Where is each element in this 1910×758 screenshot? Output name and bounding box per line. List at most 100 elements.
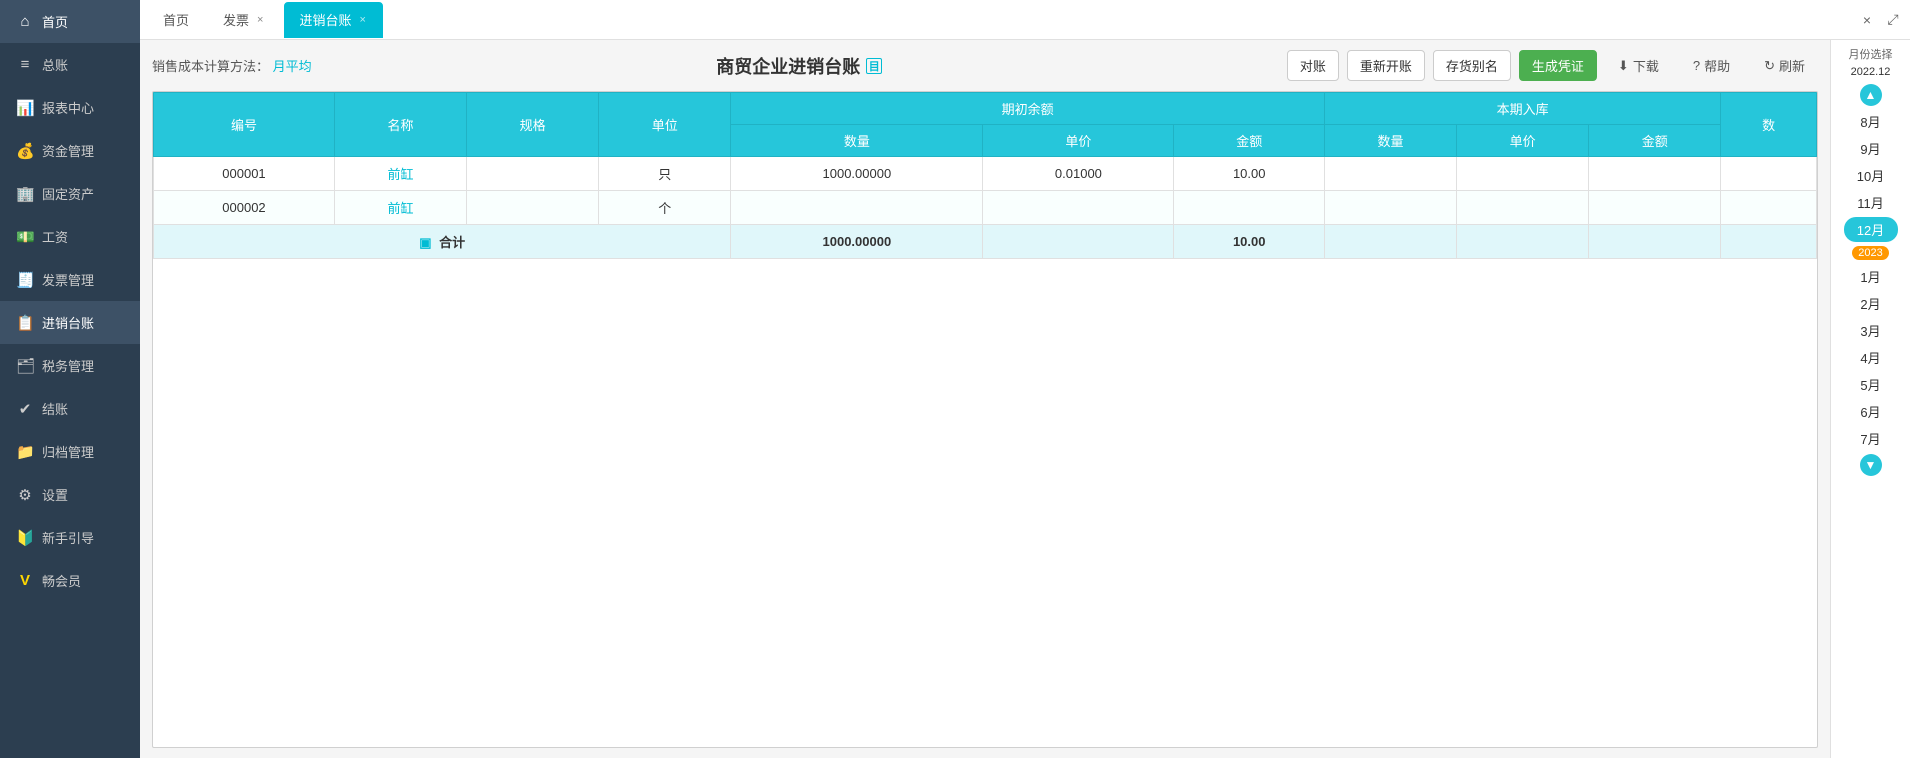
row2-unit: 个 [599,191,731,225]
row1-id: 000001 [154,157,335,191]
window-maximize-button[interactable]: ⤢ [1884,11,1902,29]
refresh-button[interactable]: ↻ 刷新 [1751,50,1818,81]
ledger-icon: ≡ [16,56,34,73]
total-last [1721,225,1817,259]
generate-voucher-button[interactable]: 生成凭证 [1519,50,1597,81]
month-item-2023-4[interactable]: 4月 [1844,345,1898,370]
window-close-button[interactable]: × [1858,11,1876,29]
total-opening-qty: 1000.00000 [731,225,983,259]
current-in-header: 本期入库 [1324,93,1720,125]
month-item-2023-2[interactable]: 2月 [1844,291,1898,316]
page-content: 销售成本计算方法： 月平均 商贸企业进销台账 目 对账 重新开账 存货别名 生成… [140,40,1830,758]
row1-name: 前缸 [334,157,466,191]
row1-spec [467,157,599,191]
guide-icon: 🔰 [16,529,34,547]
help-icon: ? [1693,58,1700,73]
period-opening-header: 期初余额 [731,93,1325,125]
col-spec-header: 规格 [467,93,599,157]
row1-opening-amount: 10.00 [1174,157,1324,191]
sidebar-item-vip[interactable]: V 畅会员 [0,559,140,602]
help-button[interactable]: ? 帮助 [1680,50,1743,81]
stock-table: 编号 名称 规格 单位 期初余额 本期入库 数 数量 单价 金额 数 [153,92,1817,259]
total-in-amount [1589,225,1721,259]
sidebar-item-tax[interactable]: 🗂 税务管理 [0,344,140,387]
month-scroll-down[interactable]: ▼ [1860,454,1882,476]
row1-opening-qty: 1000.00000 [731,157,983,191]
row2-in-qty [1324,191,1456,225]
sidebar: ⌂ 首页 ≡ 总账 📊 报表中心 💰 资金管理 🏢 固定资产 💵 工资 🧾 发票… [0,0,140,758]
table-row[interactable]: 000001 前缸 只 1000.00000 0.01000 10.00 [154,157,1817,191]
assets-icon: 🏢 [16,185,34,203]
settings-icon: ⚙ [16,486,34,504]
reconcile-button[interactable]: 对账 [1287,50,1339,81]
sidebar-item-assets[interactable]: 🏢 固定资产 [0,172,140,215]
stock-table-container[interactable]: 编号 名称 规格 单位 期初余额 本期入库 数 数量 单价 金额 数 [152,91,1818,748]
row2-spec [467,191,599,225]
last-col-header: 数 [1721,93,1817,157]
sidebar-item-label: 进销台账 [42,313,94,332]
in-qty-header: 数量 [1324,125,1456,157]
sidebar-item-reports[interactable]: 📊 报表中心 [0,86,140,129]
cost-method-value: 月平均 [273,59,312,74]
sidebar-item-label: 报表中心 [42,98,94,117]
tab-invoice[interactable]: 发票 × [208,2,280,38]
row1-in-qty [1324,157,1456,191]
row1-opening-price: 0.01000 [983,157,1174,191]
cost-method-label: 销售成本计算方法： [152,59,269,74]
save-alias-button[interactable]: 存货别名 [1433,50,1511,81]
month-item-8[interactable]: 8月 [1844,109,1898,134]
sidebar-item-label: 新手引导 [42,528,94,547]
sidebar-item-label: 税务管理 [42,356,94,375]
table-row[interactable]: 000002 前缸 个 [154,191,1817,225]
sidebar-item-funds[interactable]: 💰 资金管理 [0,129,140,172]
month-item-2023-6[interactable]: 6月 [1844,399,1898,424]
sidebar-item-label: 设置 [42,485,68,504]
sidebar-item-salary[interactable]: 💵 工资 [0,215,140,258]
month-item-2023-3[interactable]: 3月 [1844,318,1898,343]
sidebar-item-stock-ledger[interactable]: 📋 进销台账 [0,301,140,344]
sidebar-item-invoice-mgmt[interactable]: 🧾 发票管理 [0,258,140,301]
sidebar-item-home[interactable]: ⌂ 首页 [0,0,140,43]
row2-in-price [1457,191,1589,225]
download-button[interactable]: ⬇ 下载 [1605,50,1672,81]
tab-stock-ledger[interactable]: 进销台账 × [284,2,382,38]
tab-invoice-label: 发票 [223,10,249,29]
tab-bar: 首页 发票 × 进销台账 × × ⤢ [140,0,1910,40]
month-item-12[interactable]: 12月 [1844,217,1898,242]
month-panel: 月份选择 2022.12 ▲ 8月 9月 10月 11月 12月 2023 1月… [1830,40,1910,758]
month-item-11[interactable]: 11月 [1844,190,1898,215]
year-2022-label: 2022.12 [1851,66,1891,78]
sidebar-item-ledger[interactable]: ≡ 总账 [0,43,140,86]
tab-invoice-close[interactable]: × [255,14,265,26]
sidebar-item-guide[interactable]: 🔰 新手引导 [0,516,140,559]
refresh-icon: ↻ [1764,58,1775,74]
month-scroll-up[interactable]: ▲ [1860,84,1882,106]
month-item-10[interactable]: 10月 [1844,163,1898,188]
toolbar: 销售成本计算方法： 月平均 商贸企业进销台账 目 对账 重新开账 存货别名 生成… [152,50,1818,81]
month-item-2023-7[interactable]: 7月 [1844,426,1898,451]
page-title: 商贸企业进销台账 [716,53,860,79]
home-icon: ⌂ [16,13,34,30]
sidebar-item-label: 首页 [42,12,68,31]
sidebar-item-checkout[interactable]: ✔ 结账 [0,387,140,430]
row2-opening-amount [1174,191,1324,225]
row1-in-amount [1589,157,1721,191]
title-info-icon[interactable]: 目 [866,58,882,74]
cost-method: 销售成本计算方法： 月平均 [152,56,312,75]
tab-home[interactable]: 首页 [148,2,204,38]
opening-price-header: 单价 [983,125,1174,157]
tab-stock-ledger-close[interactable]: × [357,14,367,26]
sidebar-item-archive[interactable]: 📁 归档管理 [0,430,140,473]
sidebar-item-settings[interactable]: ⚙ 设置 [0,473,140,516]
tax-icon: 🗂 [16,357,34,375]
month-item-9[interactable]: 9月 [1844,136,1898,161]
row1-in-price [1457,157,1589,191]
row2-name: 前缸 [334,191,466,225]
sidebar-item-label: 发票管理 [42,270,94,289]
funds-icon: 💰 [16,142,34,160]
row1-last [1721,157,1817,191]
reopen-button[interactable]: 重新开账 [1347,50,1425,81]
month-item-2023-1[interactable]: 1月 [1844,264,1898,289]
month-item-2023-5[interactable]: 5月 [1844,372,1898,397]
row2-last [1721,191,1817,225]
